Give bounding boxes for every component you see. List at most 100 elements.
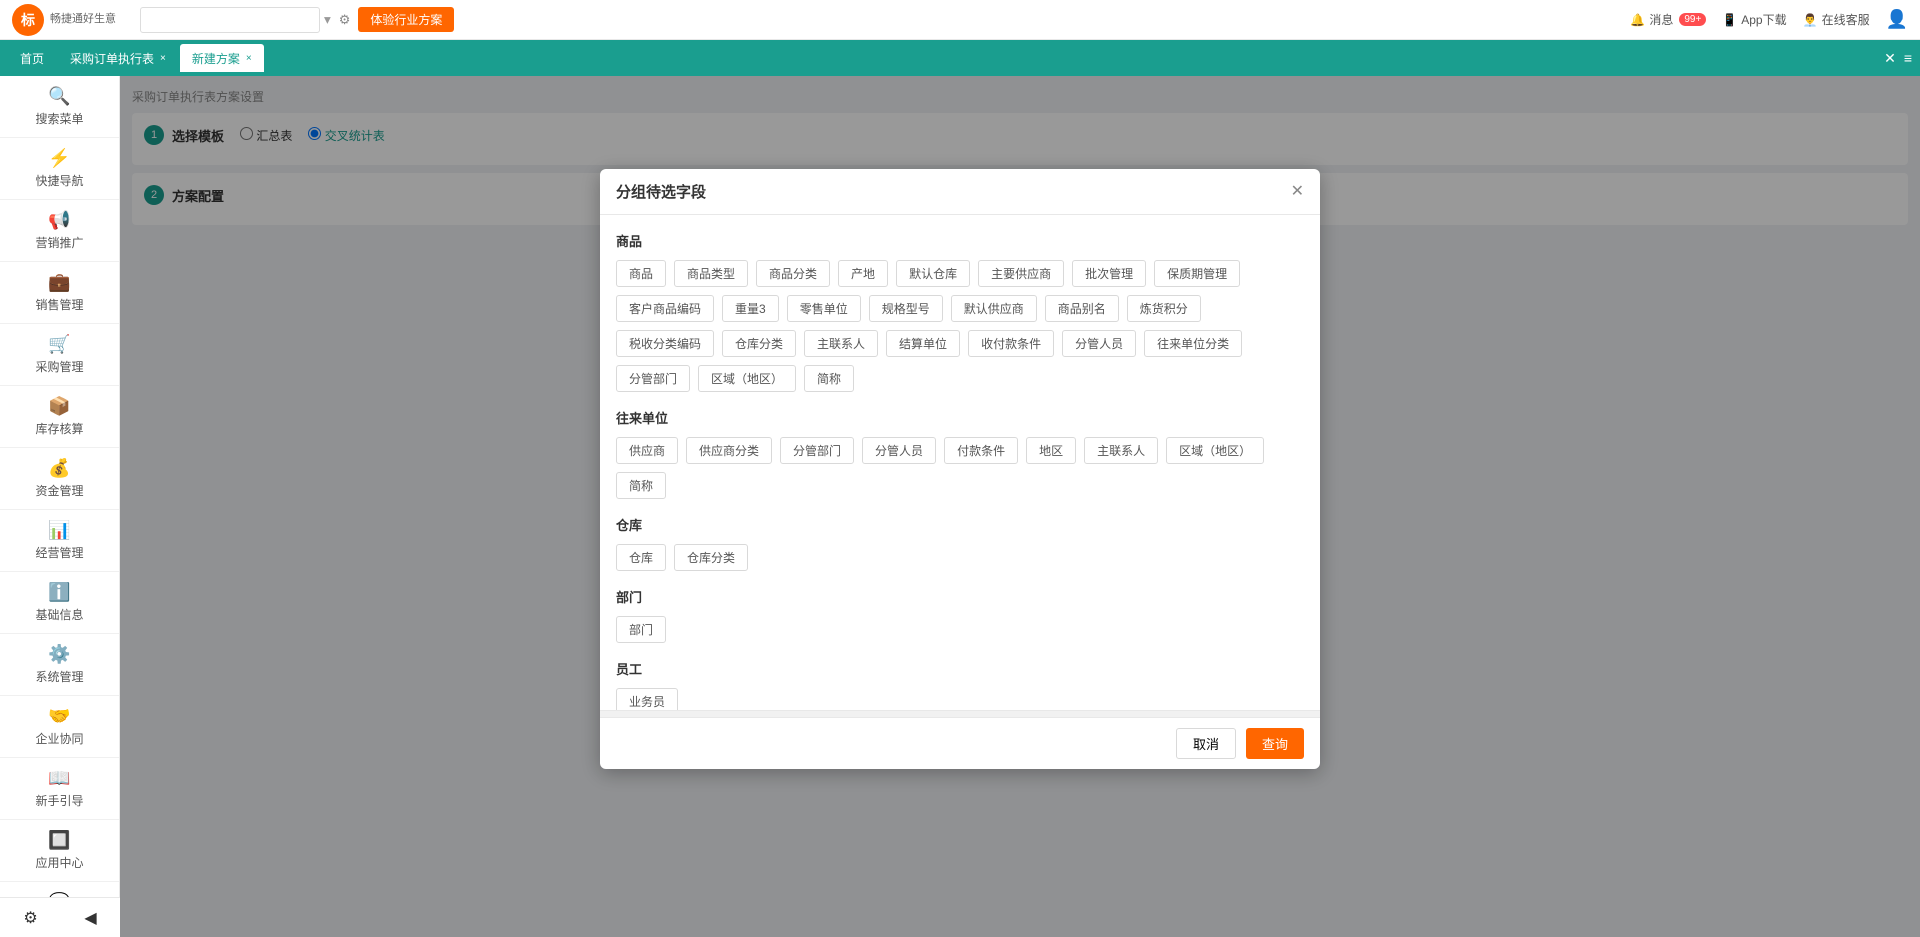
tab-menu-icon[interactable]: ≡ — [1904, 50, 1912, 66]
sidebar-item-collab[interactable]: 🤝 企业协同 — [0, 696, 119, 758]
user-avatar[interactable]: 👤 — [1886, 9, 1908, 30]
field-main-supplier[interactable]: 主要供应商 — [978, 260, 1064, 287]
sidebar-item-inventory[interactable]: 📦 库存核算 — [0, 386, 119, 448]
cancel-button[interactable]: 取消 — [1176, 728, 1236, 759]
tab-new-plan-close-icon[interactable]: × — [246, 53, 252, 64]
field-goods-category[interactable]: 商品分类 — [756, 260, 830, 287]
field-warehouse-category[interactable]: 仓库分类 — [722, 330, 796, 357]
field-partner-contact[interactable]: 主联系人 — [1084, 437, 1158, 464]
sidebar-collapse-icon[interactable]: ◀ — [84, 908, 96, 928]
field-partner-dept[interactable]: 分管部门 — [780, 437, 854, 464]
field-settlement-unit[interactable]: 结算单位 — [886, 330, 960, 357]
section-goods-title: 商品 — [616, 231, 1304, 250]
section-department-title: 部门 — [616, 587, 1304, 606]
field-origin[interactable]: 产地 — [838, 260, 888, 287]
field-supervisor[interactable]: 分管人员 — [1062, 330, 1136, 357]
field-goods-alias[interactable]: 商品别名 — [1045, 295, 1119, 322]
online-service-item[interactable]: 👨‍💼 在线客服 — [1803, 11, 1870, 28]
sidebar-item-operation[interactable]: 📊 经营管理 — [0, 510, 119, 572]
field-abbr[interactable]: 简称 — [804, 365, 854, 392]
sidebar-item-basic[interactable]: ℹ️ 基础信息 — [0, 572, 119, 634]
sidebar-item-marketing[interactable]: 📢 营销推广 — [0, 200, 119, 262]
experience-btn[interactable]: 体验行业方案 — [358, 7, 454, 32]
tab-close-icon[interactable]: ✕ — [1884, 50, 1896, 67]
field-warehouse-cat[interactable]: 仓库分类 — [674, 544, 748, 571]
purchase-icon: 🛒 — [48, 334, 70, 355]
field-shelf-life[interactable]: 保质期管理 — [1154, 260, 1240, 287]
sidebar-item-appstore[interactable]: 🔲 应用中心 — [0, 820, 119, 882]
sidebar-item-search[interactable]: 🔍 搜索菜单 — [0, 76, 119, 138]
field-area[interactable]: 地区 — [1026, 437, 1076, 464]
logo-area: 标 畅捷通好生意 — [12, 4, 132, 36]
avatar-icon: 👤 — [1886, 9, 1908, 30]
field-partner-category[interactable]: 往来单位分类 — [1144, 330, 1242, 357]
field-department[interactable]: 部门 — [616, 616, 666, 643]
field-partner-abbr[interactable]: 简称 — [616, 472, 666, 499]
tab-new-plan[interactable]: 新建方案 × — [180, 44, 264, 72]
field-region[interactable]: 区域（地区） — [698, 365, 796, 392]
sales-icon: 💼 — [48, 272, 70, 293]
field-batch-mgmt[interactable]: 批次管理 — [1072, 260, 1146, 287]
collab-icon: 🤝 — [48, 706, 70, 727]
sidebar-item-sales[interactable]: 💼 销售管理 — [0, 262, 119, 324]
header-right: 🔔 消息 99+ 📱 App下载 👨‍💼 在线客服 👤 — [1630, 9, 1908, 30]
field-sales-rep[interactable]: 业务员 — [616, 688, 678, 710]
field-spec-model[interactable]: 规格型号 — [869, 295, 943, 322]
field-dept[interactable]: 分管部门 — [616, 365, 690, 392]
section-partner: 往来单位 供应商 供应商分类 分管部门 分管人员 付款条件 地区 主联系人 区域… — [616, 408, 1304, 499]
search-button[interactable]: ▾ — [324, 12, 331, 28]
field-weight3[interactable]: 重量3 — [722, 295, 779, 322]
field-payment-terms[interactable]: 收付款条件 — [968, 330, 1054, 357]
field-default-supplier[interactable]: 默认供应商 — [951, 295, 1037, 322]
field-customer-code[interactable]: 客户商品编码 — [616, 295, 714, 322]
tab-home[interactable]: 首页 — [8, 44, 56, 72]
modal-title: 分组待选字段 — [616, 181, 706, 202]
field-default-warehouse[interactable]: 默认仓库 — [896, 260, 970, 287]
notification-item[interactable]: 🔔 消息 99+ — [1630, 11, 1706, 28]
modal-close-button[interactable]: ✕ — [1291, 181, 1304, 201]
field-supplier-category[interactable]: 供应商分类 — [686, 437, 772, 464]
field-main-contact[interactable]: 主联系人 — [804, 330, 878, 357]
search-sidebar-icon: 🔍 — [48, 86, 70, 107]
basic-icon: ℹ️ — [48, 582, 70, 603]
modal-body[interactable]: 商品 商品 商品类型 商品分类 产地 默认仓库 主要供应商 批次管理 保质期管理… — [600, 215, 1320, 710]
app-icon: 📱 — [1722, 13, 1737, 27]
employee-field-grid: 业务员 — [616, 688, 1304, 710]
field-supplier[interactable]: 供应商 — [616, 437, 678, 464]
field-partner-region[interactable]: 区域（地区） — [1166, 437, 1264, 464]
finance-icon: 💰 — [48, 458, 70, 479]
tab-bar-actions: ✕ ≡ — [1884, 50, 1912, 67]
modal-horizontal-scroll[interactable] — [600, 710, 1320, 717]
field-goods-type[interactable]: 商品类型 — [674, 260, 748, 287]
sidebar-item-finance[interactable]: 💰 资金管理 — [0, 448, 119, 510]
service-icon: 👨‍💼 — [1803, 13, 1818, 27]
sidebar-item-guide[interactable]: 📖 新手引导 — [0, 758, 119, 820]
field-retail-unit[interactable]: 零售单位 — [787, 295, 861, 322]
section-goods: 商品 商品 商品类型 商品分类 产地 默认仓库 主要供应商 批次管理 保质期管理… — [616, 231, 1304, 392]
search-input[interactable] — [140, 7, 320, 33]
section-warehouse-title: 仓库 — [616, 515, 1304, 534]
modal-header: 分组待选字段 ✕ — [600, 169, 1320, 215]
logo-text: 畅捷通好生意 — [50, 12, 116, 26]
field-tax-code[interactable]: 税收分类编码 — [616, 330, 714, 357]
app-download-item[interactable]: 📱 App下载 — [1722, 11, 1786, 28]
settings-icon[interactable]: ⚙ — [339, 12, 351, 28]
confirm-button[interactable]: 查询 — [1246, 728, 1304, 759]
sidebar-settings-icon[interactable]: ⚙ — [23, 908, 37, 928]
field-partner-payment[interactable]: 付款条件 — [944, 437, 1018, 464]
tab-bar: 首页 采购订单执行表 × 新建方案 × ✕ ≡ — [0, 40, 1920, 76]
warehouse-field-grid: 仓库 仓库分类 — [616, 544, 1304, 571]
tab-purchase-order[interactable]: 采购订单执行表 × — [58, 44, 178, 72]
sidebar-footer: ⚙ ◀ — [0, 897, 120, 937]
tab-purchase-close-icon[interactable]: × — [160, 53, 166, 64]
marketing-icon: 📢 — [48, 210, 70, 231]
sidebar-item-system[interactable]: ⚙️ 系统管理 — [0, 634, 119, 696]
sidebar-item-quicknav[interactable]: ⚡ 快捷导航 — [0, 138, 119, 200]
field-warehouse[interactable]: 仓库 — [616, 544, 666, 571]
sidebar-item-purchase[interactable]: 🛒 采购管理 — [0, 324, 119, 386]
field-partner-supervisor[interactable]: 分管人员 — [862, 437, 936, 464]
field-goods[interactable]: 商品 — [616, 260, 666, 287]
section-employee-title: 员工 — [616, 659, 1304, 678]
field-points[interactable]: 炼货积分 — [1127, 295, 1201, 322]
section-partner-title: 往来单位 — [616, 408, 1304, 427]
